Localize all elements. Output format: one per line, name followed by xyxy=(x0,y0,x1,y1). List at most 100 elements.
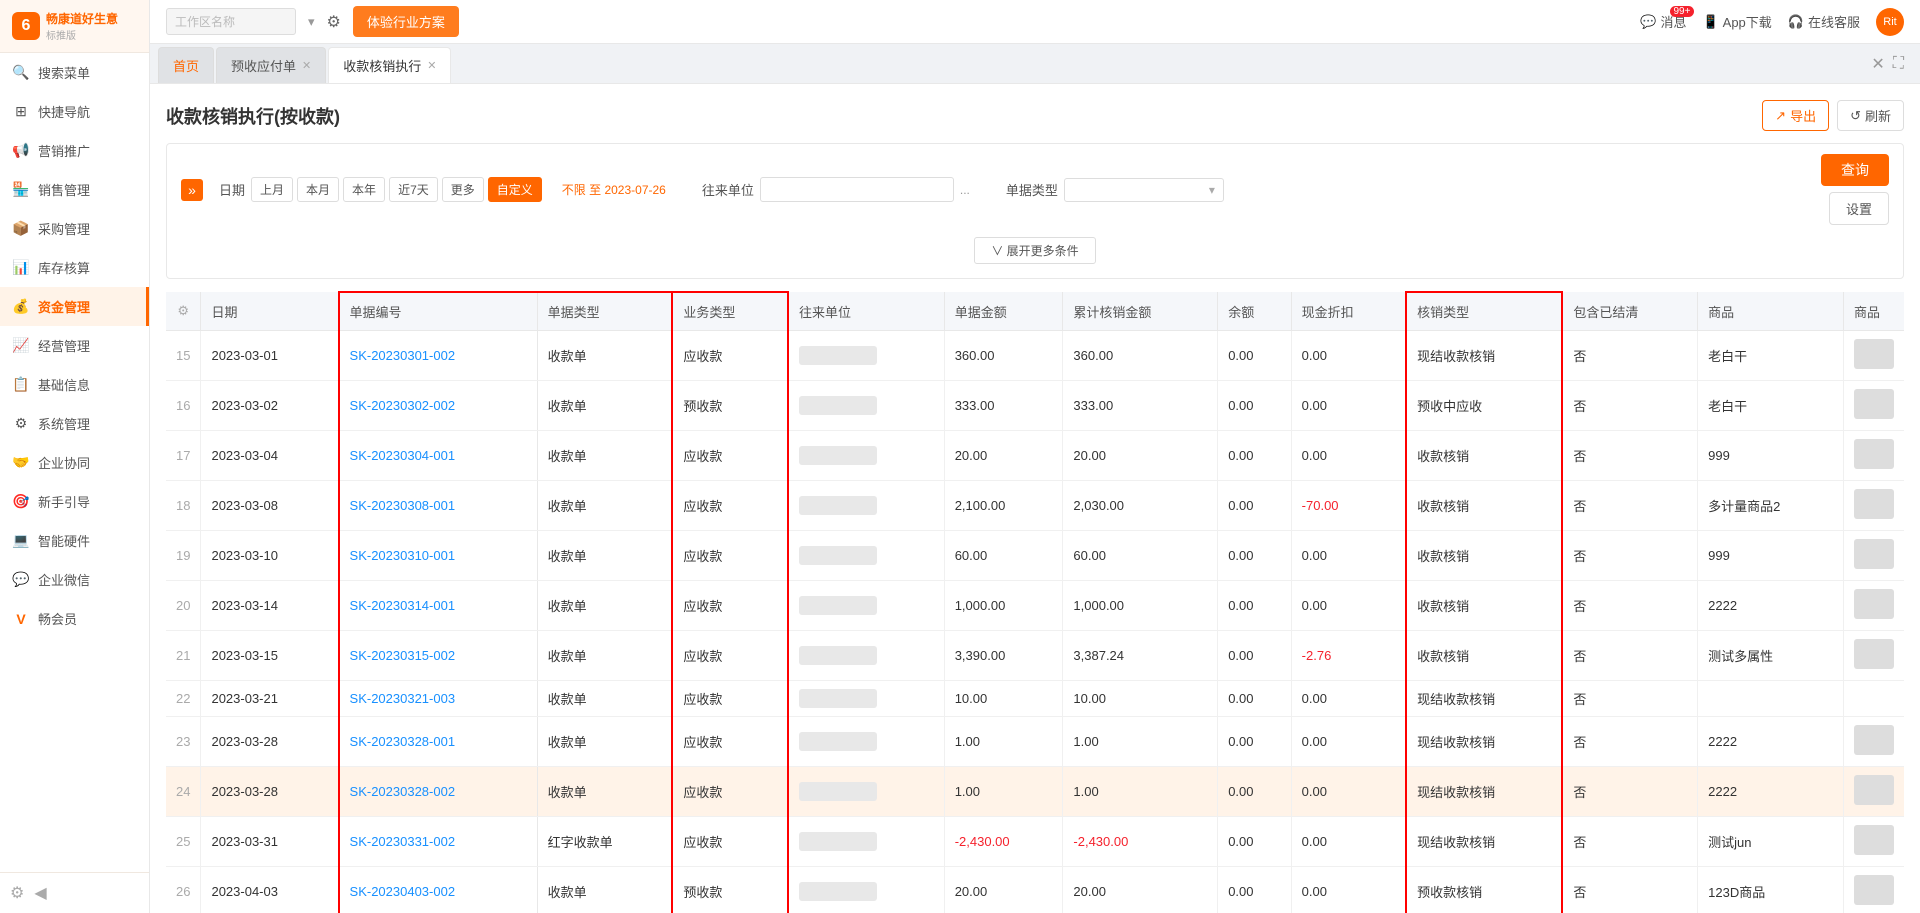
sidebar-item-wechat[interactable]: 💬 企业微信 xyxy=(0,560,149,599)
row-amount-cell: 20.00 xyxy=(944,431,1063,481)
sidebar-item-guide[interactable]: 🎯 新手引导 xyxy=(0,482,149,521)
tab-prepay[interactable]: 预收应付单 ✕ xyxy=(216,47,326,83)
row-docno-cell[interactable]: SK-20230314-001 xyxy=(339,581,538,631)
this-year-btn[interactable]: 本年 xyxy=(343,177,385,202)
workspace-dropdown-icon[interactable]: ▾ xyxy=(308,14,315,30)
col-settings-header[interactable]: ⚙ xyxy=(166,292,201,331)
sidebar-item-quick-nav[interactable]: ⊞ 快捷导航 xyxy=(0,92,149,131)
topbar-gear-icon[interactable]: ⚙ xyxy=(327,12,341,32)
doc-no-link[interactable]: SK-20230304-001 xyxy=(350,448,456,463)
user-avatar[interactable]: Rit xyxy=(1876,8,1904,36)
partner-input[interactable] xyxy=(760,177,954,202)
row-no-cell: 22 xyxy=(166,681,201,717)
this-month-btn[interactable]: 本月 xyxy=(297,177,339,202)
table-gear-icon[interactable]: ⚙ xyxy=(177,303,189,318)
page-actions: ↗ 导出 ↺ 刷新 xyxy=(1762,100,1904,131)
row-docno-cell[interactable]: SK-20230304-001 xyxy=(339,431,538,481)
tab-prepay-close[interactable]: ✕ xyxy=(302,59,311,72)
doc-no-link[interactable]: SK-20230315-002 xyxy=(350,648,456,663)
row-amount-cell: 1.00 xyxy=(944,767,1063,817)
expand-more-btn[interactable]: ∨ 展开更多条件 xyxy=(974,237,1095,264)
partner-filter-label: 往来单位 xyxy=(702,180,754,199)
doc-no-link[interactable]: SK-20230328-001 xyxy=(350,734,456,749)
collab-label: 企业协同 xyxy=(38,453,90,472)
doc-no-link[interactable]: SK-20230328-002 xyxy=(350,784,456,799)
doc-type-dropdown-icon[interactable]: ▾ xyxy=(1209,183,1215,197)
sidebar-item-basic-info[interactable]: 📋 基础信息 xyxy=(0,365,149,404)
sidebar-item-finance[interactable]: 💰 资金管理 xyxy=(0,287,149,326)
doc-no-link[interactable]: SK-20230314-001 xyxy=(350,598,456,613)
row-product2-cell xyxy=(1844,717,1905,767)
row-docno-cell[interactable]: SK-20230403-002 xyxy=(339,867,538,913)
row-no-cell: 16 xyxy=(166,381,201,431)
app-download-btn[interactable]: 📱 App下载 xyxy=(1702,12,1771,31)
online-service-btn[interactable]: 🎧 在线客服 xyxy=(1788,12,1860,31)
row-docno-cell[interactable]: SK-20230328-001 xyxy=(339,717,538,767)
row-discount-cell: 0.00 xyxy=(1291,717,1406,767)
row-docno-cell[interactable]: SK-20230308-001 xyxy=(339,481,538,531)
workspace-selector[interactable]: 工作区名称 xyxy=(166,8,296,35)
row-settled-cell: 否 xyxy=(1562,717,1697,767)
sidebar-item-operations[interactable]: 📈 经营管理 xyxy=(0,326,149,365)
row-doctype-cell: 红字收款单 xyxy=(537,817,672,867)
row-docno-cell[interactable]: SK-20230331-002 xyxy=(339,817,538,867)
row-docno-cell[interactable]: SK-20230301-002 xyxy=(339,331,538,381)
row-docno-cell[interactable]: SK-20230328-002 xyxy=(339,767,538,817)
row-docno-cell[interactable]: SK-20230321-003 xyxy=(339,681,538,717)
doc-no-link[interactable]: SK-20230308-001 xyxy=(350,498,456,513)
close-tab-icon[interactable]: ✕ xyxy=(1871,54,1884,74)
collapse-icon[interactable]: ◀ xyxy=(34,883,46,903)
user-initials: Rit xyxy=(1883,16,1896,28)
settings-bottom-icon[interactable]: ⚙ xyxy=(10,883,24,903)
row-no-cell: 20 xyxy=(166,581,201,631)
row-product1-cell: 测试jun xyxy=(1698,817,1844,867)
row-settled-cell: 否 xyxy=(1562,431,1697,481)
refresh-btn[interactable]: ↺ 刷新 xyxy=(1837,100,1904,131)
row-doctype-cell: 收款单 xyxy=(537,431,672,481)
sidebar-item-system[interactable]: ⚙ 系统管理 xyxy=(0,404,149,443)
doc-no-link[interactable]: SK-20230302-002 xyxy=(350,398,456,413)
tab-home[interactable]: 首页 xyxy=(158,47,214,83)
table-row: 19 2023-03-10 SK-20230310-001 收款单 应收款 ██… xyxy=(166,531,1904,581)
sidebar-item-inventory[interactable]: 📊 库存核算 xyxy=(0,248,149,287)
sidebar-item-collab[interactable]: 🤝 企业协同 xyxy=(0,443,149,482)
maximize-icon[interactable]: ⛶ xyxy=(1893,55,1904,73)
row-verified-cell: 360.00 xyxy=(1063,331,1218,381)
row-verifytype-cell: 收款核销 xyxy=(1406,431,1562,481)
table-row: 25 2023-03-31 SK-20230331-002 红字收款单 应收款 … xyxy=(166,817,1904,867)
custom-date-btn[interactable]: 自定义 xyxy=(488,177,542,202)
sidebar-item-marketing[interactable]: 📢 营销推广 xyxy=(0,131,149,170)
col-doctype-header: 单据类型 xyxy=(537,292,672,331)
filter-settings-btn[interactable]: 设置 xyxy=(1829,192,1889,225)
sidebar-item-hardware[interactable]: 💻 智能硬件 xyxy=(0,521,149,560)
doc-no-link[interactable]: SK-20230301-002 xyxy=(350,348,456,363)
query-btn[interactable]: 查询 xyxy=(1821,154,1889,186)
doc-no-link[interactable]: SK-20230321-003 xyxy=(350,691,456,706)
last-7-days-btn[interactable]: 近7天 xyxy=(389,177,438,202)
tab-prepay-label: 预收应付单 xyxy=(231,56,296,75)
quick-nav-label: 快捷导航 xyxy=(38,102,90,121)
sidebar-item-sales[interactable]: 🏪 销售管理 xyxy=(0,170,149,209)
sidebar-item-purchase[interactable]: 📦 采购管理 xyxy=(0,209,149,248)
row-docno-cell[interactable]: SK-20230302-002 xyxy=(339,381,538,431)
messages-btn[interactable]: 💬 消息 99+ xyxy=(1640,12,1686,31)
row-docno-cell[interactable]: SK-20230310-001 xyxy=(339,531,538,581)
row-partner-cell: ██ xyxy=(788,531,944,581)
row-partner-cell: ██ xyxy=(788,817,944,867)
doc-no-link[interactable]: SK-20230403-002 xyxy=(350,884,456,899)
last-month-btn[interactable]: 上月 xyxy=(251,177,293,202)
sidebar-item-member[interactable]: V 畅会员 xyxy=(0,599,149,638)
tab-verify[interactable]: 收款核销执行 ✕ xyxy=(328,47,451,83)
filter-expand-btn[interactable]: » xyxy=(181,179,203,201)
solution-btn[interactable]: 体验行业方案 xyxy=(353,6,459,37)
row-settled-cell: 否 xyxy=(1562,481,1697,531)
doc-no-link[interactable]: SK-20230331-002 xyxy=(350,834,456,849)
row-docno-cell[interactable]: SK-20230315-002 xyxy=(339,631,538,681)
doc-no-link[interactable]: SK-20230310-001 xyxy=(350,548,456,563)
more-date-btn[interactable]: 更多 xyxy=(442,177,484,202)
export-btn[interactable]: ↗ 导出 xyxy=(1762,100,1829,131)
row-balance-cell: 0.00 xyxy=(1218,581,1291,631)
row-verified-cell: 1,000.00 xyxy=(1063,581,1218,631)
search-menu-item[interactable]: 🔍 搜索菜单 xyxy=(0,53,149,92)
tab-verify-close[interactable]: ✕ xyxy=(427,59,436,72)
